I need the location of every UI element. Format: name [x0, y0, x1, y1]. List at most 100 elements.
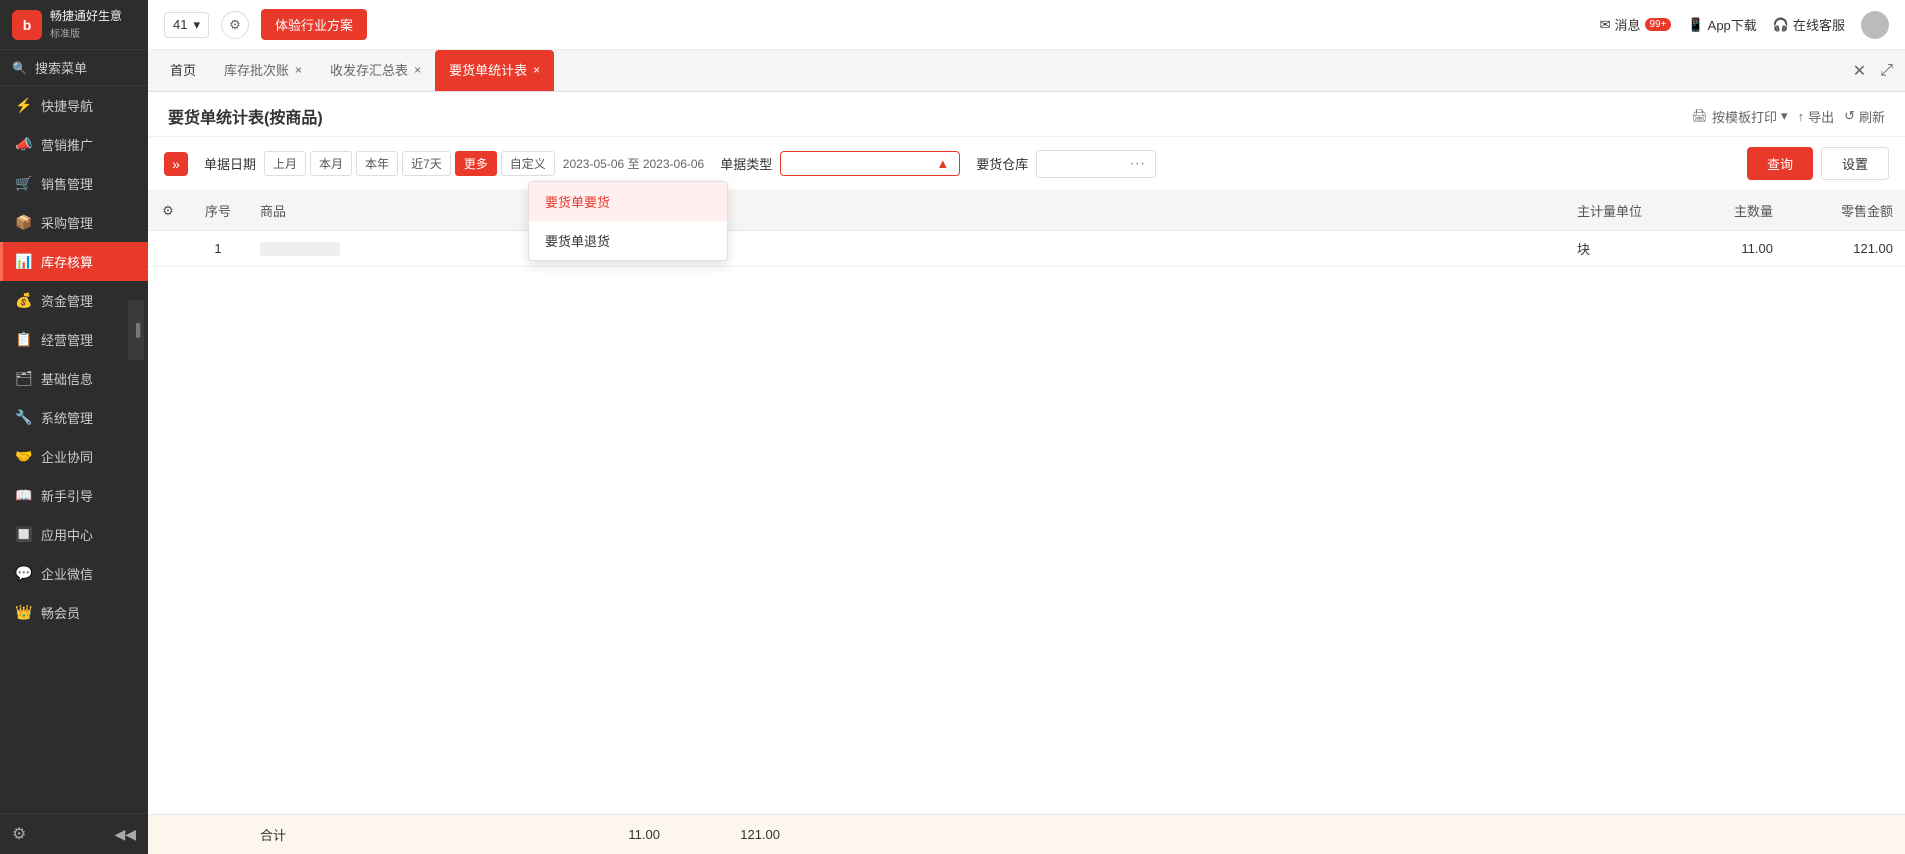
sidebar-settings-icon[interactable]: ⚙ [12, 824, 26, 844]
row-amount-cell: 121.00 [1785, 231, 1905, 267]
tab-receive-summary[interactable]: 收发存汇总表 × [316, 50, 435, 91]
inventory-icon: 📊 [15, 253, 33, 271]
refresh-action[interactable]: ↺ 刷新 [1844, 107, 1885, 126]
app-name-block: 畅捷通好生意 标准版 [50, 9, 122, 40]
store-dropdown-icon: ▾ [193, 17, 200, 33]
nav-label-enterprise: 企业协同 [41, 447, 93, 466]
filter-expand-button[interactable]: » [164, 152, 188, 176]
store-selector[interactable]: 41 ▾ [164, 12, 209, 38]
row-unit-cell: 块 [1565, 231, 1665, 267]
sidebar-item-purchase[interactable]: 📦 采购管理 [0, 203, 148, 242]
row-product-cell [248, 231, 1565, 267]
sidebar-item-app-center[interactable]: 🔲 应用中心 [0, 515, 148, 554]
tab-order-summary-close[interactable]: × [533, 63, 540, 77]
tab-expand-button[interactable]: ⤢ [1876, 62, 1897, 80]
online-service-label: 在线客服 [1793, 15, 1845, 34]
message-icon: ✉ [1600, 17, 1611, 33]
dropdown-item-order-goods[interactable]: 要货单要货 [529, 182, 727, 221]
type-dropdown-menu: 要货单要货 要货单退货 [528, 181, 728, 261]
header-settings-button[interactable]: ⚙ [221, 11, 249, 39]
tab-close-all-button[interactable]: ✕ [1849, 61, 1870, 81]
app-download-action[interactable]: 📱 App下载 [1687, 15, 1756, 34]
data-table: ⚙ 序号 商品 主计量单位 主数量 [148, 191, 1905, 267]
sidebar-item-wechat[interactable]: 💬 企业微信 [0, 554, 148, 593]
tab-receive-summary-close[interactable]: × [414, 63, 421, 77]
message-action[interactable]: ✉ 消息 99+ [1600, 15, 1672, 34]
nav-label-sales: 销售管理 [41, 174, 93, 193]
user-avatar[interactable] [1861, 11, 1889, 39]
sidebar-item-system[interactable]: 🔧 系统管理 [0, 398, 148, 437]
col-amount-header: 零售金额 [1785, 191, 1905, 231]
date-btn-this-year[interactable]: 本年 [356, 151, 398, 176]
sidebar-item-operation[interactable]: 📋 经营管理 [0, 320, 148, 359]
tab-order-summary-label: 要货单统计表 [449, 60, 527, 79]
sidebar-item-inventory[interactable]: 📊 库存核算 [0, 242, 148, 281]
nav-label-finance: 资金管理 [41, 291, 93, 310]
warehouse-select[interactable]: ··· [1036, 150, 1156, 178]
table-body: 1 块 11.00 [148, 231, 1905, 267]
guide-icon: 📖 [15, 487, 33, 505]
sidebar-nav: ⚡ 快捷导航 📣 营销推广 🛒 销售管理 📦 采购管理 📊 库存核算 💰 资金管… [0, 86, 148, 813]
nav-label-app-center: 应用中心 [41, 525, 93, 544]
footer-label: 合计 [260, 825, 440, 844]
tab-inventory-batch[interactable]: 库存批次账 × [210, 50, 316, 91]
date-quick-btns: 上月 本月 本年 近7天 更多 自定义 [264, 151, 555, 176]
sidebar-item-enterprise[interactable]: 🤝 企业协同 [0, 437, 148, 476]
col-qty-header: 主数量 [1665, 191, 1785, 231]
sidebar-item-marketing[interactable]: 📣 营销推广 [0, 125, 148, 164]
sidebar-item-member[interactable]: 👑 畅会员 [0, 593, 148, 632]
basic-info-icon: 🗂 [15, 370, 33, 388]
nav-label-operation: 经营管理 [41, 330, 93, 349]
date-btn-last-month[interactable]: 上月 [264, 151, 306, 176]
search-label: 搜索菜单 [35, 58, 87, 77]
sidebar-item-finance[interactable]: 💰 资金管理 [0, 281, 148, 320]
date-btn-this-month[interactable]: 本月 [310, 151, 352, 176]
print-action[interactable]: 🖨 按模板打印 ▾ [1692, 107, 1788, 126]
filter-bar-right: 查询 设置 [1747, 147, 1889, 180]
tab-inventory-batch-close[interactable]: × [295, 63, 302, 77]
tab-order-summary[interactable]: 要货单统计表 × [435, 50, 554, 91]
industry-button[interactable]: 体验行业方案 [261, 9, 367, 40]
app-download-label: App下载 [1708, 15, 1757, 34]
sidebar-item-guide[interactable]: 📖 新手引导 [0, 476, 148, 515]
sales-icon: 🛒 [15, 175, 33, 193]
dropdown-item-order-return[interactable]: 要货单退货 [529, 221, 727, 260]
sidebar-logo: b 畅捷通好生意 标准版 [0, 0, 148, 50]
date-btn-last-7-days[interactable]: 近7天 [402, 151, 451, 176]
nav-label-quick-nav: 快捷导航 [41, 96, 93, 115]
date-btn-custom[interactable]: 自定义 [501, 151, 555, 176]
set-button[interactable]: 设置 [1821, 147, 1889, 180]
warehouse-filter-label: 要货仓库 [976, 154, 1028, 173]
export-label: 导出 [1808, 107, 1834, 126]
marketing-icon: 📣 [15, 136, 33, 154]
warehouse-more-icon: ··· [1129, 155, 1145, 173]
date-btn-more[interactable]: 更多 [455, 151, 497, 176]
nav-label-system: 系统管理 [41, 408, 93, 427]
page-header: 要货单统计表(按商品) 🖨 按模板打印 ▾ ↑ 导出 ↺ 刷新 [148, 92, 1905, 137]
date-filter-group: 单据日期 上月 本月 本年 近7天 更多 自定义 2023-05-06 至 20… [204, 151, 704, 176]
sidebar-collapse-icon[interactable]: ◀◀ [114, 826, 136, 843]
refresh-icon: ↺ [1844, 108, 1855, 124]
operation-icon: 📋 [15, 331, 33, 349]
search-icon: 🔍 [12, 61, 27, 75]
sidebar-search[interactable]: 🔍 搜索菜单 [0, 50, 148, 86]
sidebar-item-sales[interactable]: 🛒 销售管理 [0, 164, 148, 203]
row-setting-cell [148, 231, 188, 267]
headset-icon: 🎧 [1773, 17, 1789, 33]
sidebar-item-basic-info[interactable]: 🗂 基础信息 [0, 359, 148, 398]
enterprise-icon: 🤝 [15, 448, 33, 466]
type-select[interactable]: ▲ [780, 151, 960, 176]
app-name: 畅捷通好生意 [50, 9, 122, 25]
export-action[interactable]: ↑ 导出 [1798, 107, 1835, 126]
date-range-display: 2023-05-06 至 2023-06-06 [563, 155, 704, 172]
tab-home[interactable]: 首页 [156, 50, 210, 91]
product-placeholder [260, 242, 340, 256]
table-container: ⚙ 序号 商品 主计量单位 主数量 [148, 191, 1905, 814]
col-setting-header[interactable]: ⚙ [148, 191, 188, 231]
nav-label-purchase: 采购管理 [41, 213, 93, 232]
online-service-action[interactable]: 🎧 在线客服 [1773, 15, 1845, 34]
nav-label-marketing: 营销推广 [41, 135, 93, 154]
sidebar-item-quick-nav[interactable]: ⚡ 快捷导航 [0, 86, 148, 125]
dropdown-item-order-goods-label: 要货单要货 [545, 195, 610, 210]
query-button[interactable]: 查询 [1747, 147, 1813, 180]
